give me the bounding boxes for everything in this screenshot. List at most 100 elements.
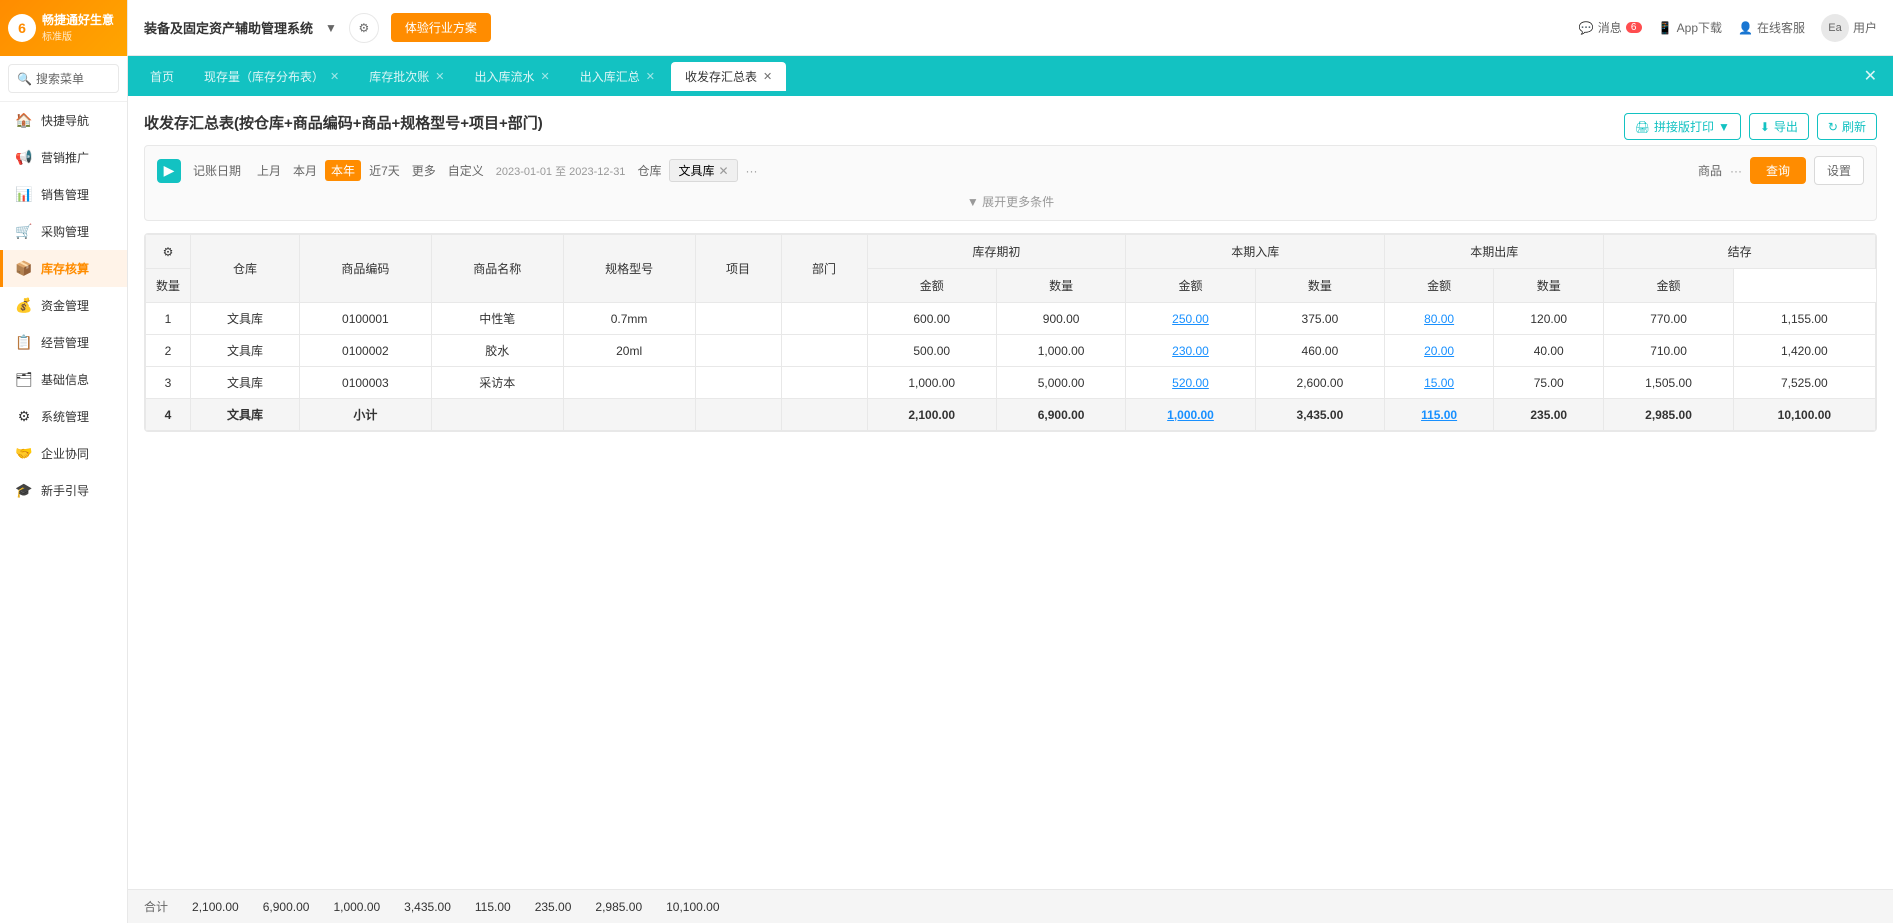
sales-icon: 📊 <box>15 186 33 203</box>
row3-out-amt: 75.00 <box>1494 367 1604 399</box>
row1-in-qty[interactable]: 250.00 <box>1126 303 1255 335</box>
subtotal-name <box>431 399 563 431</box>
row2-open-qty: 500.00 <box>867 335 996 367</box>
operations-icon: 📋 <box>15 334 33 351</box>
row1-close-qty: 770.00 <box>1604 303 1733 335</box>
message-button[interactable]: 💬 消息 6 <box>1579 19 1642 36</box>
subtotal-project <box>695 399 781 431</box>
sidebar-item-basic[interactable]: 🗂 基础信息 <box>0 361 127 398</box>
close-icon[interactable]: ✕ <box>646 70 655 83</box>
sidebar-item-label: 企业协同 <box>41 445 89 462</box>
tab-inout-flow[interactable]: 出入库流水 ✕ <box>460 62 563 91</box>
sidebar-item-system[interactable]: ⚙ 系统管理 <box>0 398 127 435</box>
system-dropdown[interactable]: ▼ <box>325 21 337 35</box>
trial-button[interactable]: 体验行业方案 <box>391 13 491 42</box>
sidebar-item-sales[interactable]: 📊 销售管理 <box>0 176 127 213</box>
filter-settings-button[interactable]: 设置 <box>1814 156 1864 185</box>
th-outbound: 本期出库 <box>1385 235 1604 269</box>
sidebar-item-newbie[interactable]: 🎓 新手引导 <box>0 472 127 509</box>
sidebar-item-purchase[interactable]: 🛒 采购管理 <box>0 213 127 250</box>
tab-receipt-summary[interactable]: 收发存汇总表 ✕ <box>671 62 786 91</box>
expand-icon: ▼ <box>967 195 982 209</box>
page-header: 收发存汇总表(按仓库+商品编码+商品+规格型号+项目+部门) 🖨 拼接版打印 ▼… <box>144 112 1877 133</box>
export-icon: ⬇ <box>1760 120 1770 134</box>
row1-open-qty: 600.00 <box>867 303 996 335</box>
date-btn-this-year[interactable]: 本年 <box>325 160 361 181</box>
settings-button[interactable]: ⚙ <box>349 13 379 43</box>
row3-in-qty[interactable]: 520.00 <box>1126 367 1255 399</box>
sidebar-item-quick-nav[interactable]: 🏠 快捷导航 <box>0 102 127 139</box>
date-btn-last-month[interactable]: 上月 <box>253 160 285 181</box>
tab-batch[interactable]: 库存批次账 ✕ <box>355 62 458 91</box>
content-area: 收发存汇总表(按仓库+商品编码+商品+规格型号+项目+部门) 🖨 拼接版打印 ▼… <box>128 96 1893 889</box>
row3-in-amt: 2,600.00 <box>1255 367 1384 399</box>
tabbar-close-all[interactable]: ✕ <box>1856 62 1885 90</box>
row1-out-amt: 120.00 <box>1494 303 1604 335</box>
user-label: 用户 <box>1853 19 1877 36</box>
date-btn-custom[interactable]: 自定义 <box>444 160 488 181</box>
sidebar-item-operations[interactable]: 📋 经营管理 <box>0 324 127 361</box>
date-btn-7days[interactable]: 近7天 <box>365 160 404 181</box>
sidebar-item-label: 销售管理 <box>41 186 89 203</box>
close-icon[interactable]: ✕ <box>435 70 444 83</box>
sidebar: 6 畅捷通好生意 标准版 🔍 搜索菜单 🏠 快捷导航 📢 营销推广 📊 销售管理… <box>0 0 128 923</box>
th-name: 商品名称 <box>431 235 563 303</box>
sidebar-item-finance[interactable]: 💰 资金管理 <box>0 287 127 324</box>
message-label: 消息 <box>1598 19 1622 36</box>
user-menu[interactable]: Ea 用户 <box>1821 14 1877 42</box>
row1-out-qty[interactable]: 80.00 <box>1385 303 1494 335</box>
sidebar-item-inventory[interactable]: 📦 库存核算 <box>0 250 127 287</box>
close-icon[interactable]: ✕ <box>763 70 772 83</box>
subtotal-out-qty[interactable]: 115.00 <box>1385 399 1494 431</box>
sidebar-item-label: 资金管理 <box>41 297 89 314</box>
sidebar-item-marketing[interactable]: 📢 营销推广 <box>0 139 127 176</box>
subtotal-in-qty[interactable]: 1,000.00 <box>1126 399 1255 431</box>
export-button[interactable]: ⬇ 导出 <box>1749 113 1809 140</box>
refresh-icon: ↻ <box>1828 120 1838 134</box>
export-label: 导出 <box>1774 118 1798 135</box>
page-actions: 🖨 拼接版打印 ▼ ⬇ 导出 ↻ 刷新 <box>1624 113 1877 140</box>
tab-home-label: 首页 <box>150 68 174 85</box>
close-icon[interactable]: ✕ <box>541 70 550 83</box>
row2-out-qty[interactable]: 20.00 <box>1385 335 1494 367</box>
date-buttons: 上月 本月 本年 近7天 更多 自定义 2023-01-01 至 2023-12… <box>253 160 625 181</box>
expand-conditions-button[interactable]: ▼ 展开更多条件 <box>967 193 1054 210</box>
tab-inout-summary[interactable]: 出入库汇总 ✕ <box>566 62 669 91</box>
goods-more[interactable]: ··· <box>1730 164 1742 178</box>
subtotal-open-qty: 2,100.00 <box>867 399 996 431</box>
row3-project <box>695 367 781 399</box>
sidebar-item-label: 营销推广 <box>41 149 89 166</box>
gear-icon: ⚙ <box>359 21 370 35</box>
app-download-button[interactable]: 📱 App下载 <box>1658 19 1722 36</box>
print-button[interactable]: 🖨 拼接版打印 ▼ <box>1624 113 1741 140</box>
refresh-button[interactable]: ↻ 刷新 <box>1817 113 1877 140</box>
th-close-amt: 金额 <box>1604 269 1733 303</box>
row3-out-qty[interactable]: 15.00 <box>1385 367 1494 399</box>
sidebar-item-enterprise[interactable]: 🤝 企业协同 <box>0 435 127 472</box>
total-in-qty: 1,000.00 <box>333 900 380 914</box>
refresh-label: 刷新 <box>1842 118 1866 135</box>
query-button[interactable]: 查询 <box>1750 157 1806 184</box>
subtotal-spec <box>563 399 695 431</box>
online-service-button[interactable]: 👤 在线客服 <box>1738 19 1805 36</box>
tabbar: 首页 现存量（库存分布表） ✕ 库存批次账 ✕ 出入库流水 ✕ 出入库汇总 ✕ … <box>128 56 1893 96</box>
filter-toggle-button[interactable]: ▶ <box>157 159 181 183</box>
tab-inventory-dist[interactable]: 现存量（库存分布表） ✕ <box>190 62 353 91</box>
subtotal-close-qty: 2,985.00 <box>1604 399 1733 431</box>
warehouse-tag-close[interactable]: ✕ <box>718 164 728 178</box>
dropdown-arrow-icon: ▼ <box>325 21 337 35</box>
row2-in-qty[interactable]: 230.00 <box>1126 335 1255 367</box>
tab-batch-label: 库存批次账 <box>369 68 429 85</box>
app-subtitle: 标准版 <box>42 28 114 43</box>
row1-dept <box>781 303 867 335</box>
total-in-amt: 3,435.00 <box>404 900 451 914</box>
search-menu-button[interactable]: 🔍 搜索菜单 <box>8 64 119 93</box>
warehouse-more[interactable]: ··· <box>746 164 758 178</box>
subtotal-in-amt: 3,435.00 <box>1255 399 1384 431</box>
tab-home[interactable]: 首页 <box>136 62 188 91</box>
th-warehouse: 仓库 <box>191 235 300 303</box>
th-settings[interactable]: ⚙ <box>146 235 191 269</box>
date-btn-more[interactable]: 更多 <box>408 160 440 181</box>
close-icon[interactable]: ✕ <box>330 70 339 83</box>
date-btn-this-month[interactable]: 本月 <box>289 160 321 181</box>
